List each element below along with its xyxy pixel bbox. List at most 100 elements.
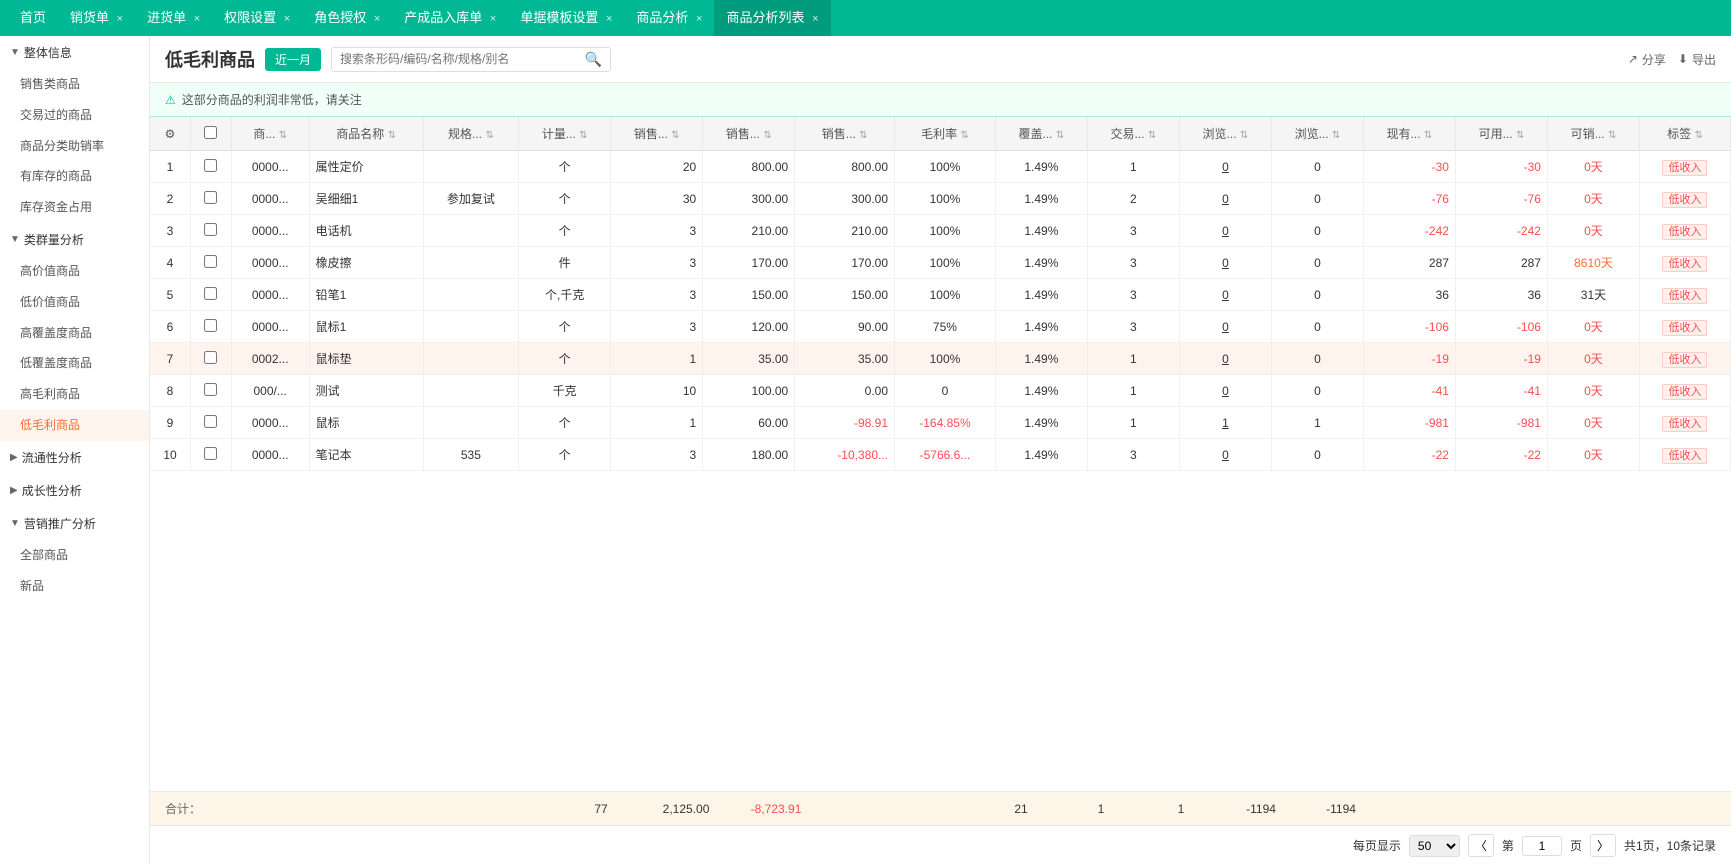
col-views2[interactable]: 浏览... ⇅ xyxy=(1271,117,1363,151)
next-page-button[interactable]: 〉 xyxy=(1590,834,1616,857)
cell-views1[interactable]: 0 xyxy=(1179,439,1271,471)
cell-coverage: 1.49% xyxy=(995,311,1087,343)
nav-role-auth[interactable]: 角色授权 × xyxy=(302,0,392,36)
cell-sales-qty: 20 xyxy=(611,151,703,183)
sidebar-item-high-coverage[interactable]: 高覆盖度商品 xyxy=(0,318,149,349)
cell-views1[interactable]: 0 xyxy=(1179,151,1271,183)
share-button[interactable]: ↗ 分享 xyxy=(1628,51,1666,68)
row-checkbox[interactable] xyxy=(204,223,217,236)
cell-views1[interactable]: 0 xyxy=(1179,311,1271,343)
col-avail-stock[interactable]: 可用... ⇅ xyxy=(1455,117,1547,151)
close-icon[interactable]: × xyxy=(812,13,818,25)
cell-views1[interactable]: 0 xyxy=(1179,247,1271,279)
sidebar-item-low-margin[interactable]: 低毛利商品 xyxy=(0,410,149,441)
cell-avail-stock: -106 xyxy=(1455,311,1547,343)
cell-views1[interactable]: 0 xyxy=(1179,343,1271,375)
col-checkbox[interactable] xyxy=(191,117,232,151)
nav-permissions[interactable]: 权限设置 × xyxy=(212,0,302,36)
nav-purchase[interactable]: 进货单 × xyxy=(135,0,212,36)
sidebar-group-overall[interactable]: ▼ 整体信息 xyxy=(0,36,149,69)
col-views1[interactable]: 浏览... ⇅ xyxy=(1179,117,1271,151)
cell-name: 属性定价 xyxy=(309,151,423,183)
sidebar-group-growth[interactable]: ▶ 成长性分析 xyxy=(0,474,149,507)
prev-page-button[interactable]: 〈 xyxy=(1468,834,1494,857)
filter-recent-month-button[interactable]: 近一月 xyxy=(265,48,321,71)
nav-product-analysis-list[interactable]: 商品分析列表 × xyxy=(714,0,830,36)
close-icon[interactable]: × xyxy=(374,13,380,25)
cell-checkbox[interactable] xyxy=(191,279,232,311)
nav-home[interactable]: 首页 xyxy=(8,0,58,36)
row-checkbox[interactable] xyxy=(204,415,217,428)
cell-unit: 个 xyxy=(519,151,611,183)
col-coverage[interactable]: 覆盖... ⇅ xyxy=(995,117,1087,151)
nav-product-entry[interactable]: 产成品入库单 × xyxy=(392,0,508,36)
row-checkbox[interactable] xyxy=(204,351,217,364)
row-checkbox[interactable] xyxy=(204,255,217,268)
sidebar-item-stock-capital[interactable]: 库存资金占用 xyxy=(0,192,149,223)
cell-checkbox[interactable] xyxy=(191,151,232,183)
col-code[interactable]: 商... ⇅ xyxy=(231,117,309,151)
cell-views1[interactable]: 1 xyxy=(1179,407,1271,439)
cell-checkbox[interactable] xyxy=(191,343,232,375)
sidebar-item-high-value[interactable]: 高价值商品 xyxy=(0,256,149,287)
cell-checkbox[interactable] xyxy=(191,375,232,407)
cell-views1[interactable]: 0 xyxy=(1179,183,1271,215)
sidebar-item-new-products[interactable]: 新品 xyxy=(0,571,149,602)
row-checkbox[interactable] xyxy=(204,319,217,332)
col-gross-rate[interactable]: 毛利率 ⇅ xyxy=(895,117,996,151)
sidebar-item-high-margin[interactable]: 高毛利商品 xyxy=(0,379,149,410)
sidebar-item-low-coverage[interactable]: 低覆盖度商品 xyxy=(0,348,149,379)
sidebar-group-flow[interactable]: ▶ 流通性分析 xyxy=(0,441,149,474)
cell-checkbox[interactable] xyxy=(191,407,232,439)
nav-sales[interactable]: 销货单 × xyxy=(58,0,135,36)
col-trades[interactable]: 交易... ⇅ xyxy=(1087,117,1179,151)
sidebar-item-traded-products[interactable]: 交易过的商品 xyxy=(0,100,149,131)
col-sales-price[interactable]: 销售... ⇅ xyxy=(703,117,795,151)
row-checkbox[interactable] xyxy=(204,191,217,204)
col-tag[interactable]: 标签 ⇅ xyxy=(1639,117,1730,151)
col-sales-profit[interactable]: 销售... ⇅ xyxy=(795,117,895,151)
col-sellable[interactable]: 可销... ⇅ xyxy=(1547,117,1639,151)
sidebar-item-all-products[interactable]: 全部商品 xyxy=(0,540,149,571)
cell-views1[interactable]: 0 xyxy=(1179,279,1271,311)
sidebar-item-sales-products[interactable]: 销售类商品 xyxy=(0,69,149,100)
cell-views1[interactable]: 0 xyxy=(1179,375,1271,407)
close-icon[interactable]: × xyxy=(194,13,200,25)
col-settings[interactable]: ⚙ xyxy=(150,117,191,151)
row-checkbox[interactable] xyxy=(204,287,217,300)
search-input[interactable] xyxy=(340,52,585,66)
cell-checkbox[interactable] xyxy=(191,247,232,279)
sidebar-group-marketing[interactable]: ▼ 营销推广分析 xyxy=(0,507,149,540)
col-unit[interactable]: 计量... ⇅ xyxy=(519,117,611,151)
sidebar-item-category-sales-rate[interactable]: 商品分类助销率 xyxy=(0,131,149,162)
close-icon[interactable]: × xyxy=(284,13,290,25)
chevron-right-icon: ▶ xyxy=(10,485,18,496)
cell-checkbox[interactable] xyxy=(191,439,232,471)
cell-checkbox[interactable] xyxy=(191,311,232,343)
col-name[interactable]: 商品名称 ⇅ xyxy=(309,117,423,151)
per-page-select[interactable]: 50 100 200 xyxy=(1409,835,1460,857)
row-checkbox[interactable] xyxy=(204,159,217,172)
sidebar-item-low-value[interactable]: 低价值商品 xyxy=(0,287,149,318)
col-spec[interactable]: 规格... ⇅ xyxy=(423,117,519,151)
sidebar-item-stock-products[interactable]: 有库存的商品 xyxy=(0,161,149,192)
current-page-input[interactable] xyxy=(1522,836,1562,856)
col-sales-qty[interactable]: 销售... ⇅ xyxy=(611,117,703,151)
close-icon[interactable]: × xyxy=(490,13,496,25)
search-icon[interactable]: 🔍 xyxy=(585,51,602,68)
cell-checkbox[interactable] xyxy=(191,183,232,215)
nav-template-settings[interactable]: 单据模板设置 × xyxy=(508,0,624,36)
cell-checkbox[interactable] xyxy=(191,215,232,247)
col-current-stock[interactable]: 现有... ⇅ xyxy=(1363,117,1455,151)
table-container[interactable]: ⚙ 商... ⇅ 商品名称 ⇅ 规格... ⇅ 计量... ⇅ 销售... ⇅ … xyxy=(150,117,1731,791)
row-checkbox[interactable] xyxy=(204,383,217,396)
row-checkbox[interactable] xyxy=(204,447,217,460)
export-button[interactable]: ⬇ 导出 xyxy=(1678,51,1716,68)
close-icon[interactable]: × xyxy=(696,13,702,25)
close-icon[interactable]: × xyxy=(606,13,612,25)
nav-product-analysis[interactable]: 商品分析 × xyxy=(624,0,714,36)
sidebar-group-cluster[interactable]: ▼ 类群量分析 xyxy=(0,223,149,256)
select-all-checkbox[interactable] xyxy=(204,126,217,139)
close-icon[interactable]: × xyxy=(117,13,123,25)
cell-views1[interactable]: 0 xyxy=(1179,215,1271,247)
